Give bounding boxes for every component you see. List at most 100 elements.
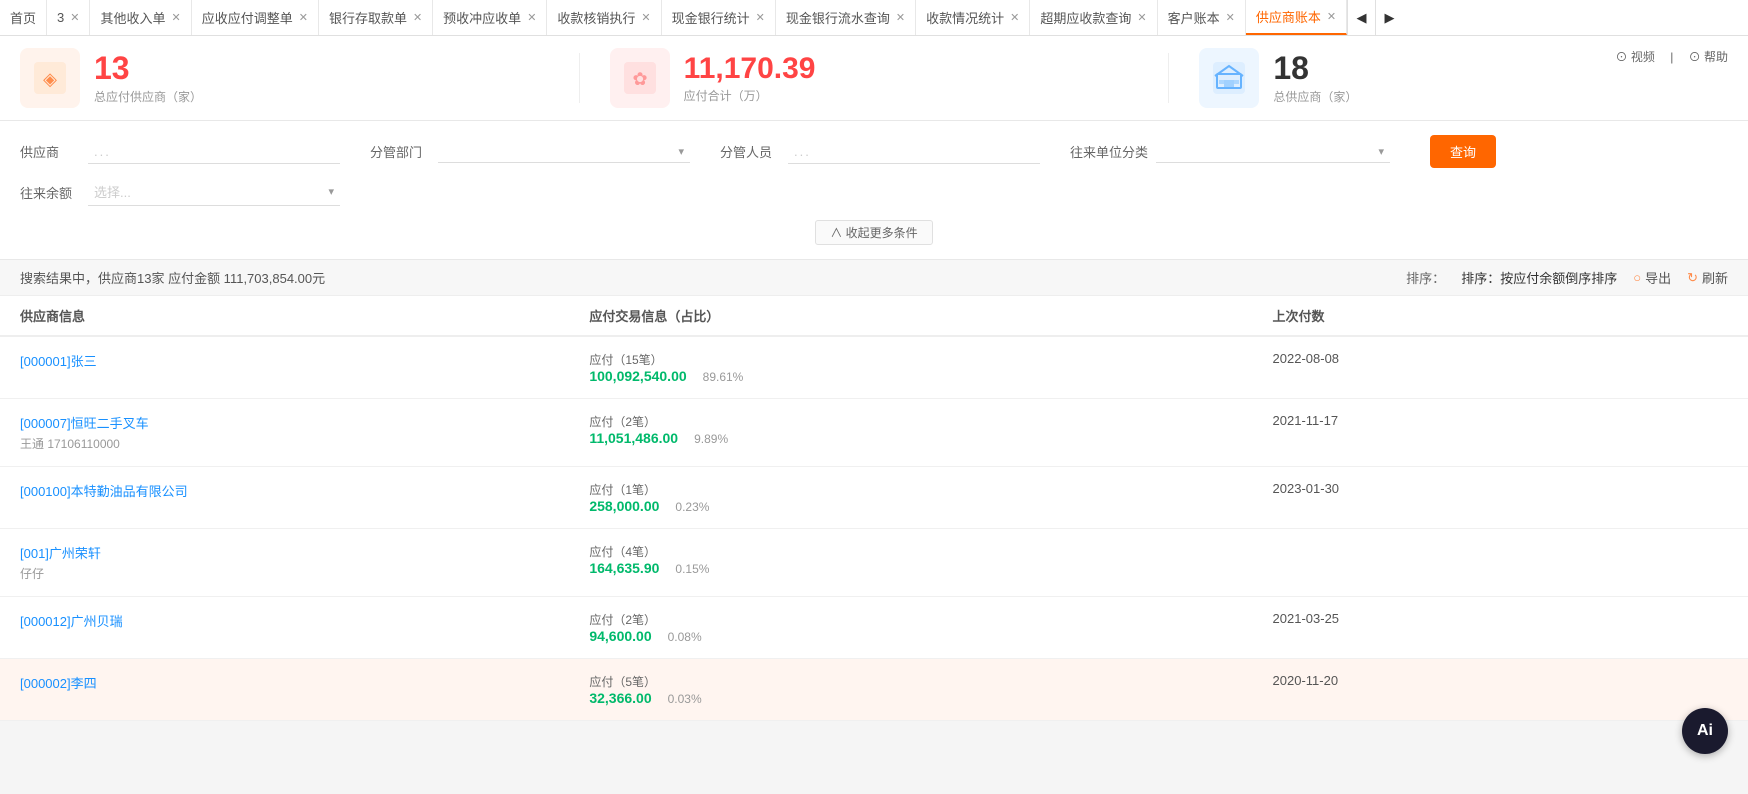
help-link[interactable]: ⊙ 帮助 xyxy=(1689,50,1728,64)
supplier-link-4[interactable]: [001]广州荣轩 xyxy=(20,546,101,561)
nav-supplier-ledger-label: 供应商账本 xyxy=(1256,7,1321,26)
nav-adjustment[interactable]: 应收应付调整单 ✕ xyxy=(192,0,319,35)
tx-amount-4[interactable]: 164,635.90 xyxy=(589,560,659,576)
last-pay-6: 2020-11-20 xyxy=(1273,673,1728,688)
nav-other-income-label: 其他收入单 xyxy=(100,8,165,27)
card-icon-supplier: ◈ xyxy=(20,48,80,108)
tx-percent-1: 89.61% xyxy=(703,370,744,384)
transaction-info-1: 应付（15笔） 100,092,540.00 89.61% xyxy=(589,351,1272,384)
tx-label-6: 应付（5笔） xyxy=(589,673,1272,690)
supplier-info-2: [000007]恒旺二手叉车 王通 17106110000 xyxy=(20,413,589,452)
nav-tab-3[interactable]: 3 ✕ xyxy=(47,0,90,35)
collapse-button[interactable]: ∧ 收起更多条件 xyxy=(815,220,932,245)
close-icon[interactable]: ✕ xyxy=(1010,11,1019,24)
dept-select-wrap[interactable]: ▾ xyxy=(438,141,690,163)
tx-label-3: 应付（1笔） xyxy=(589,481,1272,498)
nav-cash-flow[interactable]: 现金银行流水查询 ✕ xyxy=(776,0,916,35)
tx-row-4: 164,635.90 0.15% xyxy=(589,560,1272,576)
refresh-button[interactable]: ↻ 刷新 xyxy=(1687,268,1728,287)
last-pay-1: 2022-08-08 xyxy=(1273,351,1728,366)
close-icon[interactable]: ✕ xyxy=(896,11,905,24)
nav-collect-exec[interactable]: 收款核销执行 ✕ xyxy=(547,0,661,35)
nav-cash-bank-stat[interactable]: 现金银行统计 ✕ xyxy=(662,0,776,35)
tx-amount-6[interactable]: 32,366.00 xyxy=(589,690,651,706)
category-select-wrap[interactable]: ▾ xyxy=(1156,141,1390,163)
close-icon[interactable]: ✕ xyxy=(70,11,79,24)
close-icon[interactable]: ✕ xyxy=(1137,11,1146,24)
transaction-info-4: 应付（4笔） 164,635.90 0.15% xyxy=(589,543,1272,576)
header-section: ◈ 13 总应付供应商（家） ✿ 11,170.39 应付合计（万） xyxy=(0,36,1748,121)
card-info-payable-suppliers: 13 总应付供应商（家） xyxy=(94,51,202,105)
table-header: 供应商信息 应付交易信息（占比） 上次付数 xyxy=(0,296,1748,337)
close-icon[interactable]: ✕ xyxy=(413,11,422,24)
card-divider-1 xyxy=(579,53,580,103)
tx-percent-5: 0.08% xyxy=(668,630,702,644)
nav-other-income[interactable]: 其他收入单 ✕ xyxy=(90,0,191,35)
card-info-payable-total: 11,170.39 应付合计（万） xyxy=(684,52,816,104)
nav-collect-stat[interactable]: 收款情况统计 ✕ xyxy=(916,0,1030,35)
close-icon[interactable]: ✕ xyxy=(1226,11,1235,24)
tx-amount-2[interactable]: 11,051,486.00 xyxy=(589,430,678,446)
table-row: [000002]李四 应付（5笔） 32,366.00 0.03% 2020-1… xyxy=(0,659,1748,721)
nav-advance-collect[interactable]: 预收冲应收单 ✕ xyxy=(433,0,547,35)
supplier-info-6: [000002]李四 xyxy=(20,673,589,692)
last-pay-date-6: 2020-11-20 xyxy=(1273,673,1339,688)
filter-category: 往来单位分类 ▾ xyxy=(1070,141,1390,163)
sort-select[interactable]: 排序：按应付余额倒序排序 xyxy=(1461,268,1617,287)
nav-supplier-ledger[interactable]: 供应商账本 ✕ xyxy=(1246,0,1347,35)
dept-filter-label: 分管部门 xyxy=(370,142,430,161)
nav-cash-bank-stat-label: 现金银行统计 xyxy=(672,8,750,27)
close-icon[interactable]: ✕ xyxy=(641,11,650,24)
table-row: [001]广州荣轩 仔仔 应付（4笔） 164,635.90 0.15% xyxy=(0,529,1748,597)
close-icon[interactable]: ✕ xyxy=(527,11,536,24)
filter-supplier: 供应商 ... xyxy=(20,140,340,164)
supplier-dots: ... xyxy=(94,144,111,159)
close-icon[interactable]: ✕ xyxy=(171,11,180,24)
supplier-link-5[interactable]: [000012]广州贝瑞 xyxy=(20,614,123,629)
nav-bank-deposit[interactable]: 银行存取款单 ✕ xyxy=(319,0,433,35)
nav-prev-arrow[interactable]: ◀ xyxy=(1347,0,1375,36)
export-button[interactable]: ○ 导出 xyxy=(1633,268,1671,287)
payable-suppliers-count: 13 xyxy=(94,51,202,86)
nav-home[interactable]: 首页 xyxy=(0,0,47,35)
tx-percent-4: 0.15% xyxy=(675,562,709,576)
close-icon[interactable]: ✕ xyxy=(756,11,765,24)
nav-advance-collect-label: 预收冲应收单 xyxy=(443,8,521,27)
filter-balance: 往来余额 选择... ▾ xyxy=(20,178,340,206)
supplier-link-2[interactable]: [000007]恒旺二手叉车 xyxy=(20,416,149,431)
nav-next-arrow[interactable]: ▶ xyxy=(1375,0,1403,36)
filter-row-2: 往来余额 选择... ▾ xyxy=(20,178,1728,206)
refresh-label: 刷新 xyxy=(1702,268,1728,287)
supplier-input-wrap[interactable]: ... xyxy=(88,140,340,164)
transaction-info-5: 应付（2笔） 94,600.00 0.08% xyxy=(589,611,1272,644)
tx-amount-5[interactable]: 94,600.00 xyxy=(589,628,651,644)
header-right-links: ⊙ 视频 | ⊙ 帮助 xyxy=(1604,48,1728,65)
nav-overdue-query[interactable]: 超期应收款查询 ✕ xyxy=(1030,0,1157,35)
person-input-wrap[interactable]: ... xyxy=(788,140,1040,164)
table-row: [000007]恒旺二手叉车 王通 17106110000 应付（2笔） 11,… xyxy=(0,399,1748,467)
chevron-down-icon-3: ▾ xyxy=(328,185,334,198)
close-icon[interactable]: ✕ xyxy=(1327,10,1336,23)
supplier-link-6[interactable]: [000002]李四 xyxy=(20,676,97,691)
tx-amount-1[interactable]: 100,092,540.00 xyxy=(589,368,686,384)
nav-customer-ledger[interactable]: 客户账本 ✕ xyxy=(1158,0,1246,35)
transaction-info-6: 应付（5笔） 32,366.00 0.03% xyxy=(589,673,1272,706)
last-pay-date-1: 2022-08-08 xyxy=(1273,351,1340,366)
ai-button[interactable]: Ai xyxy=(1682,708,1728,754)
filter-row-1: 供应商 ... 分管部门 ▾ 分管人员 ... 往来单位分类 ▾ xyxy=(20,135,1728,168)
last-pay-date-2: 2021-11-17 xyxy=(1273,413,1339,428)
supplier-sub-2: 王通 17106110000 xyxy=(20,435,589,452)
col-header-supplier: 供应商信息 xyxy=(20,306,589,325)
data-table: 供应商信息 应付交易信息（占比） 上次付数 [000001]张三 应付（15笔）… xyxy=(0,296,1748,721)
svg-text:◈: ◈ xyxy=(43,69,57,89)
supplier-link-3[interactable]: [000100]本特勤油品有限公司 xyxy=(20,484,188,499)
tx-label-1: 应付（15笔） xyxy=(589,351,1272,368)
balance-select-wrap[interactable]: 选择... ▾ xyxy=(88,178,340,206)
supplier-sub-4: 仔仔 xyxy=(20,565,589,582)
close-icon[interactable]: ✕ xyxy=(299,11,308,24)
balance-filter-label: 往来余额 xyxy=(20,183,80,202)
video-link[interactable]: ⊙ 视频 xyxy=(1616,50,1655,64)
supplier-link-1[interactable]: [000001]张三 xyxy=(20,354,97,369)
query-button[interactable]: 查询 xyxy=(1430,135,1496,168)
tx-amount-3[interactable]: 258,000.00 xyxy=(589,498,659,514)
